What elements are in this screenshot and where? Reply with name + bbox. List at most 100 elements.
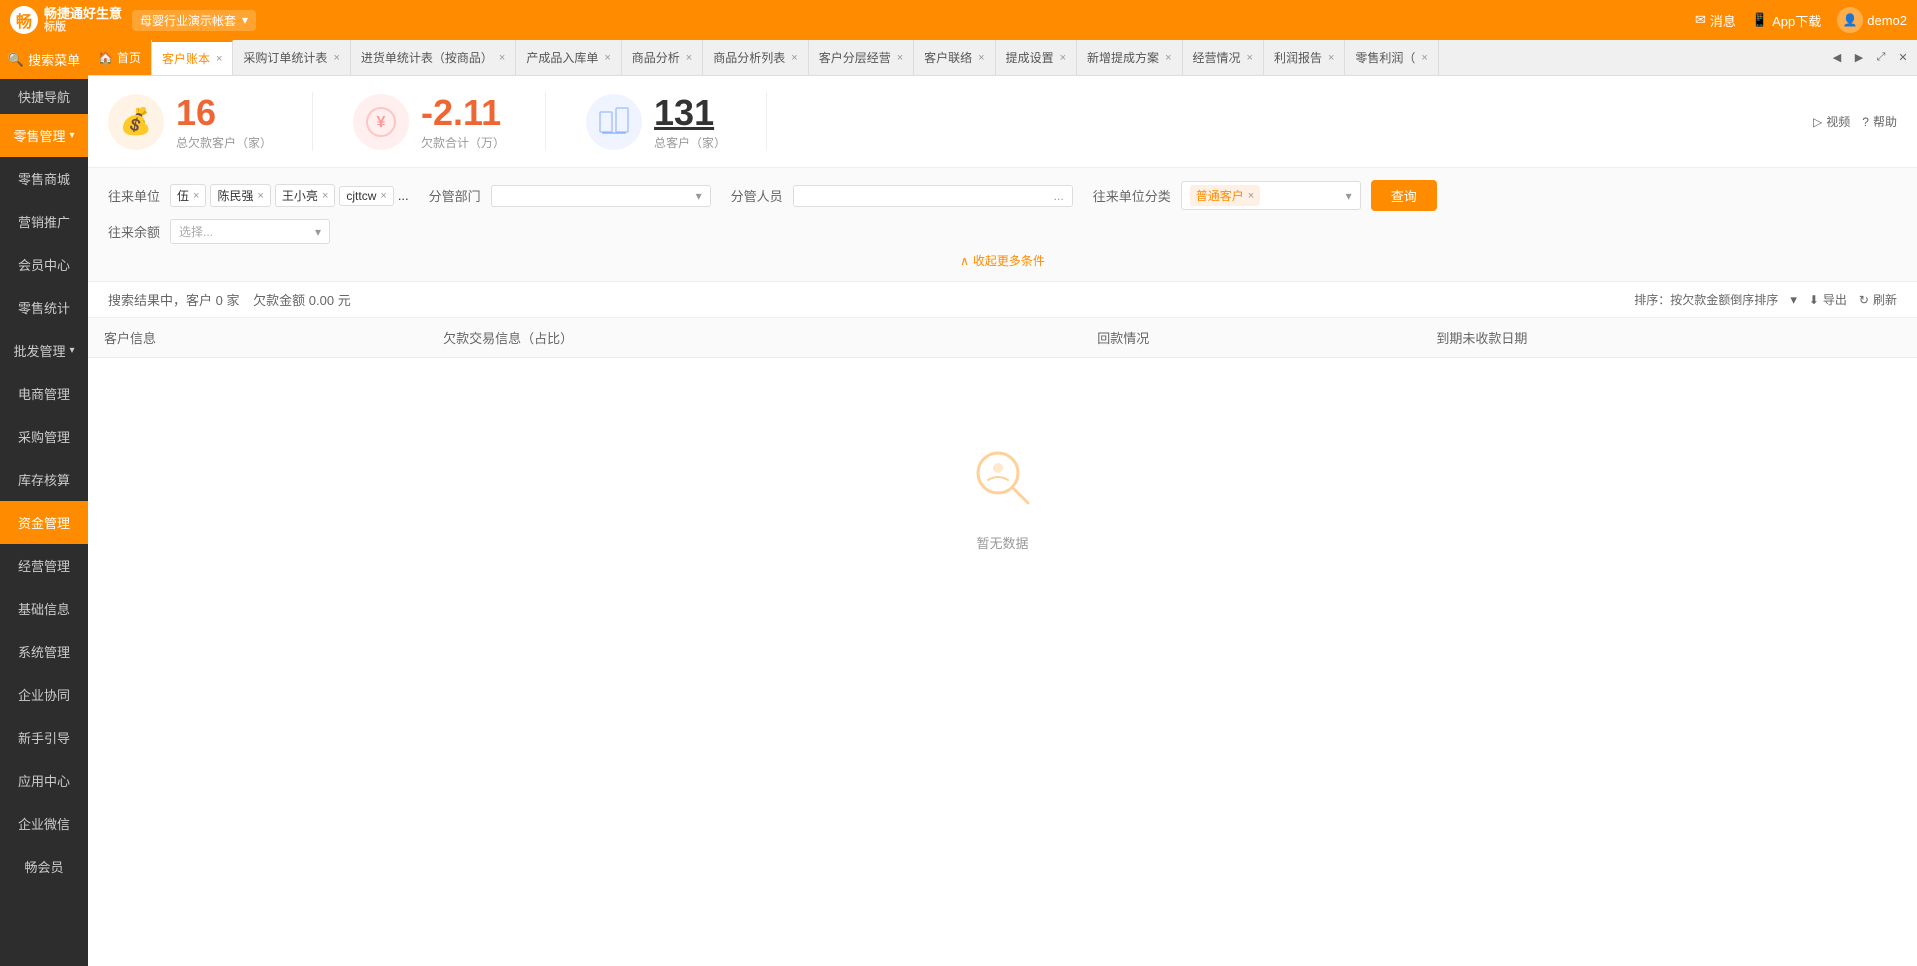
tab-tips-settings[interactable]: 提成设置 × bbox=[996, 40, 1077, 76]
sort-label[interactable]: 排序：按欠款金额倒序排序 bbox=[1634, 291, 1778, 308]
sidebar-item-retail-mall[interactable]: 零售商城 bbox=[0, 157, 88, 200]
chevron-down-icon: ▾ bbox=[315, 225, 321, 239]
tab-purchase-stats[interactable]: 进货单统计表（按商品） × bbox=[351, 40, 516, 76]
export-icon: ⬇ bbox=[1809, 293, 1819, 307]
sidebar-item-retail-stats[interactable]: 零售统计 bbox=[0, 286, 88, 329]
category-select[interactable]: 普通客户 × ▾ bbox=[1181, 181, 1361, 210]
tab-product-instock[interactable]: 产成品入库单 × bbox=[516, 40, 621, 76]
tab-close-icon[interactable]: × bbox=[216, 53, 222, 65]
download-icon: 📱 bbox=[1752, 12, 1768, 28]
col-overdue-date: 到期未收款日期 bbox=[1420, 318, 1917, 358]
remainder-select[interactable]: 选择... ▾ bbox=[170, 219, 330, 244]
sidebar-item-app-center[interactable]: 应用中心 bbox=[0, 759, 88, 802]
sidebar-item-operations[interactable]: 经营管理 bbox=[0, 544, 88, 587]
tab-profit-report[interactable]: 利润报告 × bbox=[1264, 40, 1345, 76]
video-btn[interactable]: ▷ 视频 bbox=[1813, 113, 1850, 130]
tab-close-icon[interactable]: × bbox=[1421, 52, 1427, 64]
tab-close-icon[interactable]: × bbox=[791, 52, 797, 64]
refresh-btn[interactable]: ↻ 刷新 bbox=[1859, 291, 1897, 308]
category-label: 往来单位分类 bbox=[1093, 186, 1171, 205]
filter-tags-more[interactable]: ... bbox=[398, 188, 409, 203]
empty-text: 暂无数据 bbox=[976, 533, 1028, 552]
sidebar-search[interactable]: 🔍 搜索菜单 bbox=[0, 40, 88, 79]
avatar: 👤 bbox=[1837, 7, 1863, 33]
query-button[interactable]: 查询 bbox=[1371, 180, 1437, 211]
sidebar-quick-nav[interactable]: 快捷导航 bbox=[0, 79, 88, 114]
dept-select[interactable]: ▾ bbox=[491, 185, 711, 207]
debit-total-value: -2.11 bbox=[421, 92, 505, 134]
topbar-right: ✉ 消息 📱 App下载 👤 demo2 bbox=[1695, 7, 1907, 33]
message-btn[interactable]: ✉ 消息 bbox=[1695, 11, 1736, 30]
sidebar-item-retail-mgmt[interactable]: 零售管理 ▾ bbox=[0, 114, 88, 157]
sidebar-item-enterprise-wx[interactable]: 企业微信 bbox=[0, 802, 88, 845]
stat-debit-total: -2.11 欠款合计（万） bbox=[421, 92, 505, 151]
sidebar-item-purchase[interactable]: 采购管理 bbox=[0, 415, 88, 458]
app-version: 标版 bbox=[44, 21, 122, 34]
tag-close-wu[interactable]: × bbox=[193, 190, 199, 202]
search-icon: 🔍 bbox=[8, 52, 24, 68]
tab-close-icon[interactable]: × bbox=[499, 52, 505, 64]
tab-bar: 🏠 首页 客户账本 × 采购订单统计表 × 进货单统计表（按商品） × 产成品入… bbox=[88, 40, 1917, 76]
tab-maximize-btn[interactable]: ⤢ bbox=[1871, 48, 1891, 68]
tab-retail-profit[interactable]: 零售利润（ × bbox=[1345, 40, 1438, 76]
tag-close-cjttcw[interactable]: × bbox=[380, 190, 386, 202]
sidebar-item-basics[interactable]: 基础信息 bbox=[0, 587, 88, 630]
dots-icon: ... bbox=[1054, 189, 1064, 203]
results-bar: 搜索结果中，客户 0 家 欠款金额 0.00 元 排序：按欠款金额倒序排序 ▾ … bbox=[88, 282, 1917, 318]
total-customers-value[interactable]: 131 bbox=[654, 92, 726, 134]
tab-close-icon[interactable]: × bbox=[686, 52, 692, 64]
category-tag-close[interactable]: × bbox=[1248, 190, 1254, 202]
tab-close-icon[interactable]: × bbox=[1328, 52, 1334, 64]
filter-tag-wang: 王小亮 × bbox=[275, 184, 335, 207]
sidebar-item-enterprise[interactable]: 企业协同 bbox=[0, 673, 88, 716]
user-avatar[interactable]: 👤 demo2 bbox=[1837, 7, 1907, 33]
tab-close-icon[interactable]: × bbox=[1247, 52, 1253, 64]
sidebar-item-vip[interactable]: 畅会员 bbox=[0, 845, 88, 888]
empty-state: 暂无数据 bbox=[88, 358, 1917, 632]
play-icon: ▷ bbox=[1813, 115, 1822, 129]
help-btn[interactable]: ? 帮助 bbox=[1862, 113, 1897, 130]
top-bar: 畅 畅捷通好生意 标版 母婴行业演示帐套 ▾ ✉ 消息 📱 App下载 👤 de… bbox=[0, 0, 1917, 40]
sidebar-item-inventory[interactable]: 库存核算 bbox=[0, 458, 88, 501]
tab-close-icon[interactable]: × bbox=[1060, 52, 1066, 64]
tab-product-analysis[interactable]: 商品分析 × bbox=[622, 40, 703, 76]
tab-close-icon[interactable]: × bbox=[1165, 52, 1171, 64]
sidebar-item-newbie[interactable]: 新手引导 bbox=[0, 716, 88, 759]
person-select[interactable]: ... bbox=[793, 185, 1073, 207]
content-area: 🏠 首页 客户账本 × 采购订单统计表 × 进货单统计表（按商品） × 产成品入… bbox=[88, 40, 1917, 966]
tab-purchase-order[interactable]: 采购订单统计表 × bbox=[233, 40, 350, 76]
tab-close-icon[interactable]: × bbox=[333, 52, 339, 64]
refresh-icon: ↻ bbox=[1859, 293, 1869, 307]
stat-total-customers: 131 总客户（家） bbox=[654, 92, 726, 151]
filter-tags-biz-unit: 伍 × 陈民强 × 王小亮 × bbox=[170, 184, 409, 207]
tab-new-tips-plan[interactable]: 新增提成方案 × bbox=[1077, 40, 1182, 76]
sidebar-item-capital[interactable]: 资金管理 bbox=[0, 501, 88, 544]
app-download-btn[interactable]: 📱 App下载 bbox=[1752, 11, 1821, 30]
tab-close-icon[interactable]: × bbox=[978, 52, 984, 64]
sidebar-item-batch-mgmt[interactable]: 批发管理 ▾ bbox=[0, 329, 88, 372]
sidebar-item-marketing[interactable]: 营销推广 bbox=[0, 200, 88, 243]
tab-prev-btn[interactable]: ◀ bbox=[1827, 48, 1847, 68]
debit-customers-value: 16 bbox=[176, 92, 272, 134]
help-icon: ? bbox=[1862, 115, 1869, 129]
sidebar-item-ecommerce[interactable]: 电商管理 bbox=[0, 372, 88, 415]
total-customers-label: 总客户（家） bbox=[654, 134, 726, 151]
sidebar-item-system[interactable]: 系统管理 bbox=[0, 630, 88, 673]
export-btn[interactable]: ⬇ 导出 bbox=[1809, 291, 1847, 308]
tab-next-btn[interactable]: ▶ bbox=[1849, 48, 1869, 68]
tab-product-list[interactable]: 商品分析列表 × bbox=[703, 40, 808, 76]
tab-home[interactable]: 🏠 首页 bbox=[88, 40, 152, 76]
tab-nav-controls: ◀ ▶ ⤢ ✕ bbox=[1827, 48, 1917, 68]
tab-ops-status[interactable]: 经营情况 × bbox=[1183, 40, 1264, 76]
sidebar-item-member[interactable]: 会员中心 bbox=[0, 243, 88, 286]
tab-customer-contact[interactable]: 客户联络 × bbox=[914, 40, 995, 76]
tag-close-chen[interactable]: × bbox=[257, 190, 263, 202]
tab-close-icon[interactable]: × bbox=[604, 52, 610, 64]
tag-close-wang[interactable]: × bbox=[322, 190, 328, 202]
tab-close-icon[interactable]: × bbox=[897, 52, 903, 64]
tab-close-all-btn[interactable]: ✕ bbox=[1893, 48, 1913, 68]
collapse-btn[interactable]: ∧ 收起更多条件 bbox=[960, 252, 1045, 269]
account-dropdown[interactable]: 母婴行业演示帐套 ▾ bbox=[132, 10, 256, 31]
tab-customer-book[interactable]: 客户账本 × bbox=[152, 40, 233, 76]
tab-customer-segment[interactable]: 客户分层经营 × bbox=[809, 40, 914, 76]
